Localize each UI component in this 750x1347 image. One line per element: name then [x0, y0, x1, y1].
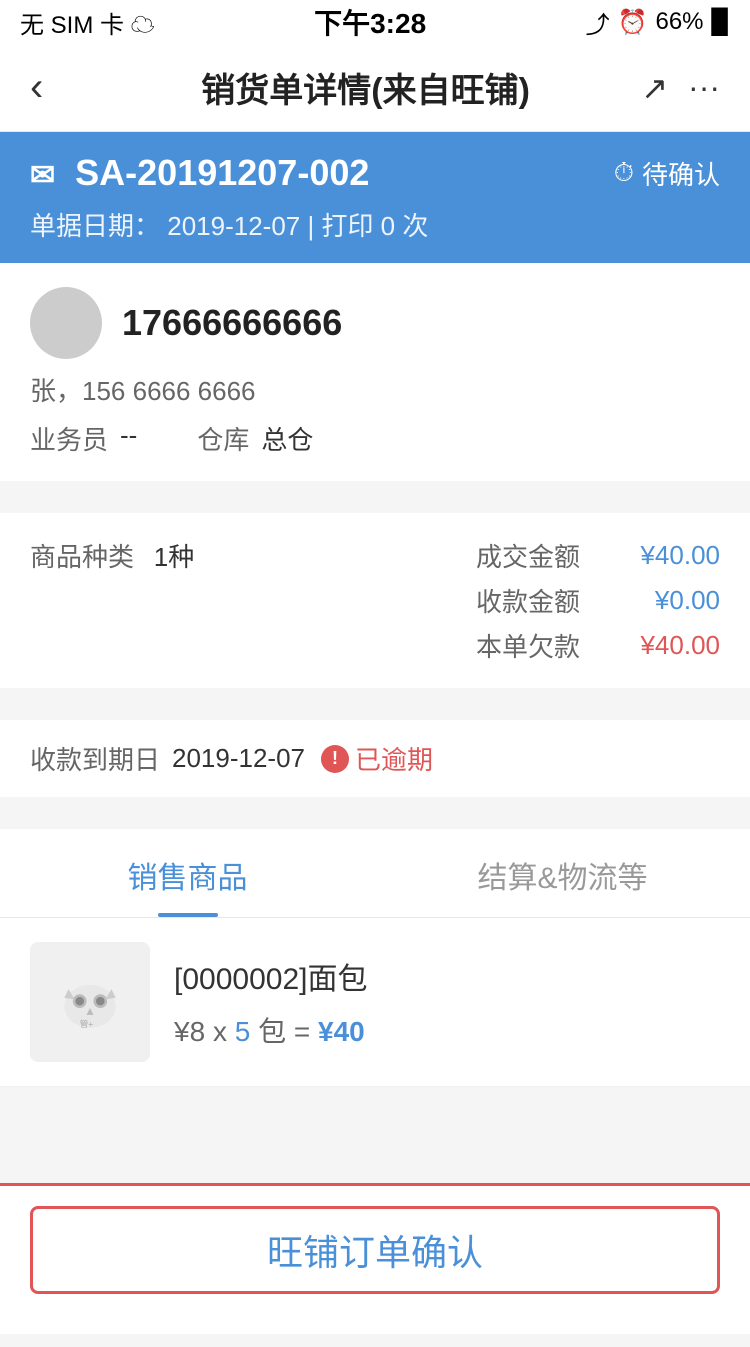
- product-price: ¥8 x 5 包 = ¥40: [174, 1010, 720, 1050]
- warehouse-label: 仓库: [197, 420, 249, 457]
- sales-meta: 业务员 --: [30, 420, 137, 457]
- order-id: ✉ SA-20191207-002: [30, 152, 369, 194]
- customer-phone: 17666666666: [122, 302, 342, 344]
- order-icon: ✉: [30, 159, 55, 192]
- nav-bar: ‹ 销货单详情(来自旺铺) ↗ ···: [0, 44, 750, 132]
- back-button[interactable]: ‹: [30, 65, 90, 110]
- tabs-row: 销售商品 结算&物流等: [0, 829, 750, 918]
- status-bar: 无 SIM 卡 ☁ 下午3:28 ⤴ ⏰ 66% ▉: [0, 0, 750, 44]
- overdue-icon: !: [321, 745, 349, 773]
- due-label: 收款到期日: [30, 740, 160, 777]
- amount-label-1: 成交金额: [476, 537, 580, 574]
- product-qty: 5: [235, 1016, 251, 1047]
- location-icon: ⤴: [586, 5, 610, 40]
- customer-section: 17666666666 张，156 6666 6666 业务员 -- 仓库 总仓: [0, 263, 750, 481]
- status-left: 无 SIM 卡 ☁: [20, 5, 155, 40]
- amounts-section: 商品种类 1种 成交金额 ¥40.00 收款金额 ¥0.00 本单欠款 ¥40.…: [0, 513, 750, 688]
- share-icon[interactable]: ↗: [641, 69, 668, 107]
- amount-line-2: 收款金额 ¥0.00: [476, 582, 720, 619]
- amount-label-3: 本单欠款: [476, 627, 580, 664]
- amount-label-2: 收款金额: [476, 582, 580, 619]
- avatar: [30, 287, 102, 359]
- amount-value-2: ¥0.00: [600, 585, 720, 616]
- product-thumbnail: 管+: [30, 942, 150, 1062]
- confirm-button[interactable]: 旺铺订单确认: [30, 1206, 720, 1294]
- tab-sales-product[interactable]: 销售商品: [0, 829, 375, 917]
- customer-row: 17666666666: [30, 287, 720, 359]
- product-item[interactable]: 管+ [0000002]面包 ¥8 x 5 包 = ¥40: [0, 918, 750, 1087]
- tabs-section: 销售商品 结算&物流等: [0, 829, 750, 918]
- sales-label: 业务员: [30, 420, 108, 457]
- customer-name: 张，156 6666 6666: [30, 371, 720, 408]
- amount-value-3: ¥40.00: [600, 630, 720, 661]
- nav-actions: ↗ ···: [641, 69, 720, 107]
- divider-3: [0, 813, 750, 829]
- warehouse-meta: 仓库 总仓: [197, 420, 313, 457]
- status-time: 下午3:28: [314, 2, 426, 42]
- divider-1: [0, 497, 750, 513]
- order-status: ⏱ 待确认: [614, 155, 720, 192]
- warehouse-value: 总仓: [261, 420, 313, 457]
- product-list: 管+ [0000002]面包 ¥8 x 5 包 = ¥40: [0, 918, 750, 1087]
- product-name: [0000002]面包: [174, 954, 720, 998]
- banner-date: 单据日期： 2019-12-07 | 打印 0 次: [30, 206, 720, 243]
- product-kinds: 商品种类 1种: [30, 537, 194, 574]
- battery-icon: ▉: [712, 8, 730, 37]
- clock-icon: ⏱: [614, 157, 634, 189]
- bottom-bar: 旺铺订单确认: [0, 1183, 750, 1334]
- divider-2: [0, 704, 750, 720]
- sim-label: 无 SIM 卡 ☁: [20, 5, 155, 40]
- status-right: ⤴ ⏰ 66% ▉: [586, 5, 730, 40]
- amount-line-3: 本单欠款 ¥40.00: [476, 627, 720, 664]
- banner-top: ✉ SA-20191207-002 ⏱ 待确认: [30, 152, 720, 194]
- amounts-row: 商品种类 1种 成交金额 ¥40.00 收款金额 ¥0.00 本单欠款 ¥40.…: [30, 537, 720, 664]
- alarm-icon: ⏰: [618, 8, 648, 37]
- customer-meta: 业务员 -- 仓库 总仓: [30, 420, 720, 457]
- svg-text:管+: 管+: [80, 1018, 94, 1029]
- more-icon[interactable]: ···: [688, 69, 720, 106]
- sales-value: --: [120, 420, 137, 457]
- amount-line-1: 成交金额 ¥40.00: [476, 537, 720, 574]
- order-banner: ✉ SA-20191207-002 ⏱ 待确认 单据日期： 2019-12-07…: [0, 132, 750, 263]
- due-section: 收款到期日 2019-12-07 ! 已逾期: [0, 720, 750, 797]
- tab-settlement[interactable]: 结算&物流等: [375, 829, 750, 917]
- product-info: [0000002]面包 ¥8 x 5 包 = ¥40: [174, 954, 720, 1050]
- amounts-right: 成交金额 ¥40.00 收款金额 ¥0.00 本单欠款 ¥40.00: [476, 537, 720, 664]
- overdue-text: 已逾期: [355, 740, 433, 777]
- due-date: 2019-12-07: [172, 743, 305, 774]
- page-title: 销货单详情(来自旺铺): [201, 63, 530, 112]
- amount-value-1: ¥40.00: [600, 540, 720, 571]
- overdue-badge: ! 已逾期: [321, 740, 433, 777]
- product-total: ¥40: [318, 1016, 365, 1047]
- battery-percent: 66%: [655, 8, 703, 36]
